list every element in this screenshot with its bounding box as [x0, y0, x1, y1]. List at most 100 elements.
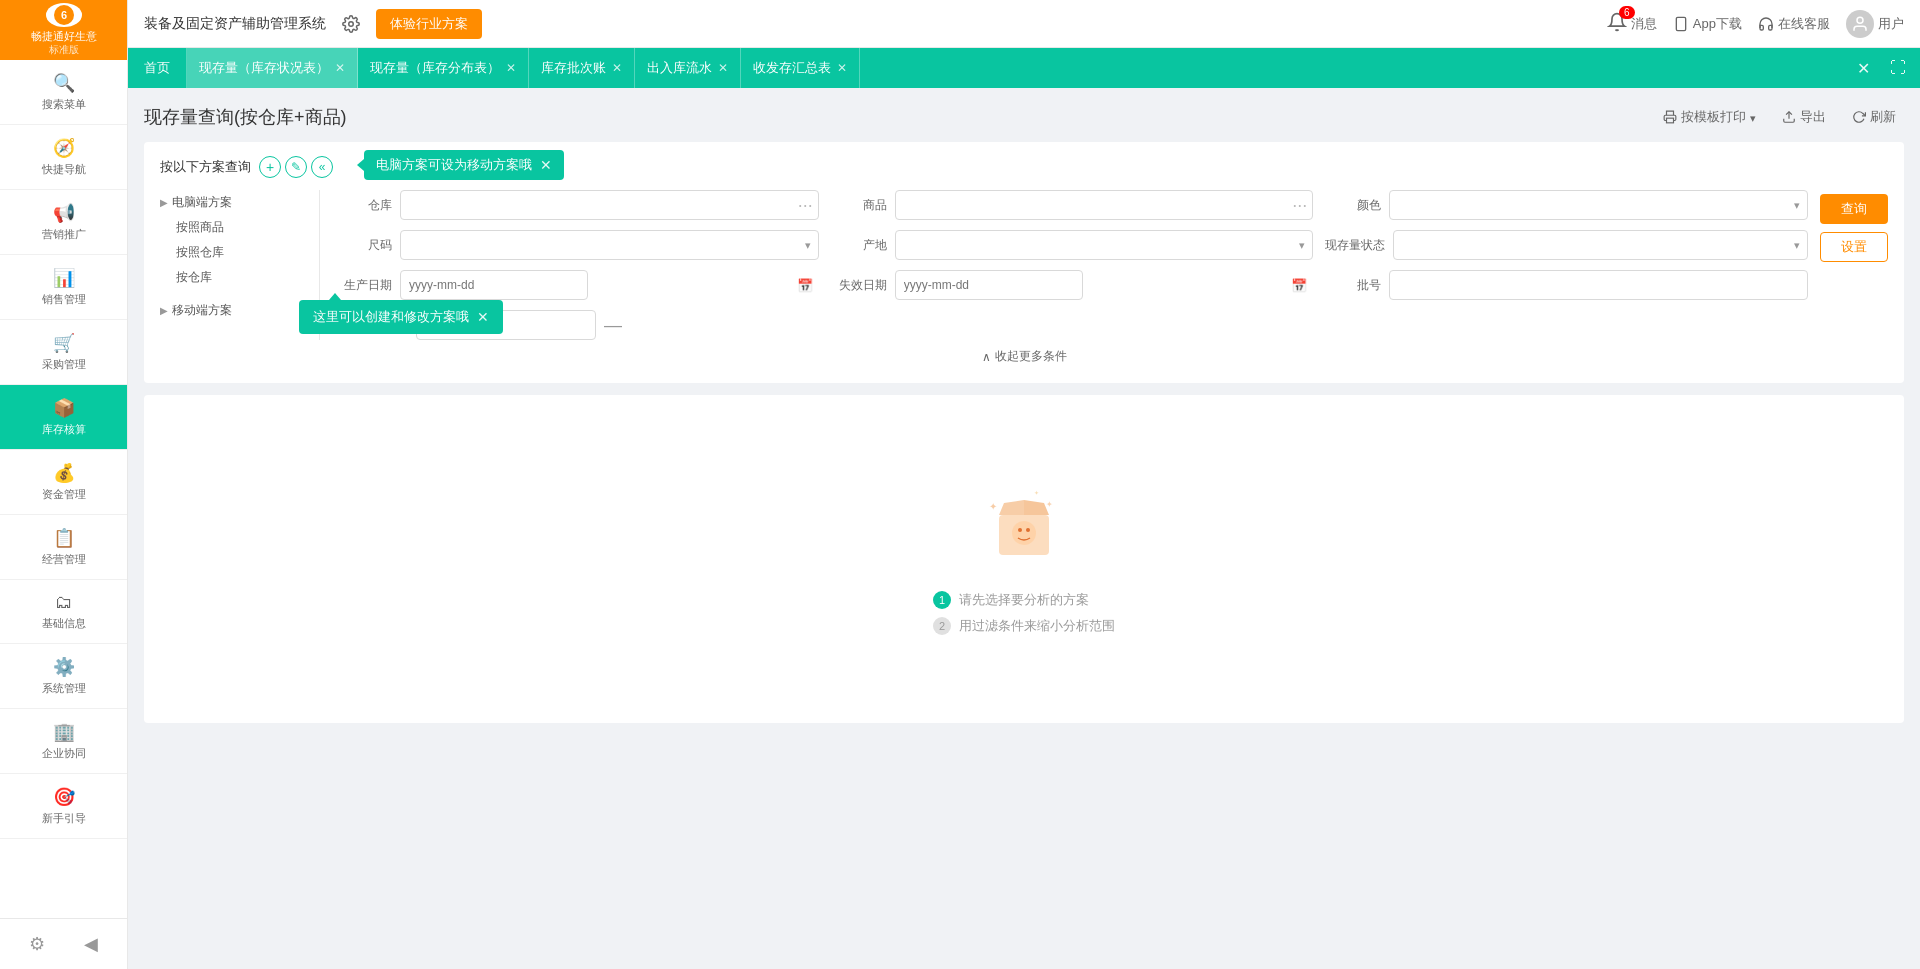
- collapse-row[interactable]: ∧ 收起更多条件: [160, 340, 1888, 369]
- industry-btn[interactable]: 体验行业方案: [376, 9, 482, 39]
- notice-btn[interactable]: 6 消息: [1607, 12, 1657, 35]
- tab-close-1[interactable]: ✕: [506, 62, 516, 74]
- expiry-date-start[interactable]: [895, 270, 1083, 300]
- tab-label-4: 收发存汇总表: [753, 59, 831, 77]
- guide-nav-label: 新手引导: [42, 811, 86, 826]
- filter-panel: 电脑方案可设为移动方案哦 ✕ 这里可以创建和修改方案哦 ✕ 按以下方案查询 + …: [144, 142, 1904, 383]
- origin-field: 产地 ▾: [831, 230, 1314, 260]
- tab-item-2[interactable]: 库存批次账 ✕: [529, 48, 635, 88]
- desktop-scheme-item[interactable]: ▶ 电脑端方案: [160, 190, 307, 215]
- scheme-tooltip-close[interactable]: ✕: [540, 157, 552, 173]
- tab-close-0[interactable]: ✕: [335, 62, 345, 74]
- tab-label-0: 现存量（库存状况表）: [199, 59, 329, 77]
- color-select[interactable]: [1389, 190, 1808, 220]
- sidebar-item-finance[interactable]: 💰 资金管理: [0, 450, 127, 515]
- system-title: 装备及固定资产辅助管理系统: [144, 15, 326, 33]
- export-btn[interactable]: 导出: [1774, 104, 1834, 130]
- sidebar-item-system[interactable]: ⚙️ 系统管理: [0, 644, 127, 709]
- empty-tips: 1 请先选择要分析的方案 2 用过滤条件来缩小分析范围: [933, 591, 1115, 643]
- inventory-status-select-wrap: ▾: [1393, 230, 1808, 260]
- sub-item-3[interactable]: 按仓库: [176, 265, 307, 290]
- origin-select-wrap: ▾: [895, 230, 1314, 260]
- filter-row-1: 仓库 ··· 商品 ···: [336, 190, 1808, 220]
- edit-scheme-btn[interactable]: ✎: [285, 156, 307, 178]
- size-select[interactable]: [400, 230, 819, 260]
- user-label: 用户: [1878, 15, 1904, 33]
- sidebar-item-inventory[interactable]: 📦 库存核算: [0, 385, 127, 450]
- tab-close-4[interactable]: ✕: [837, 62, 847, 74]
- batch-input[interactable]: [1389, 270, 1808, 300]
- sidebar-item-enterprise[interactable]: 🏢 企业协同: [0, 709, 127, 774]
- mobile-scheme-item[interactable]: ▶ 移动端方案: [160, 298, 307, 323]
- sales-nav-icon: 📊: [53, 267, 75, 289]
- sidebar-item-basic-info[interactable]: 🗂 基础信息: [0, 580, 127, 644]
- tab-item-0[interactable]: 现存量（库存状况表） ✕: [187, 48, 358, 88]
- system-settings-btn[interactable]: [336, 9, 366, 39]
- scheme-tooltip: 电脑方案可设为移动方案哦 ✕: [364, 150, 564, 180]
- goods-label: 商品: [831, 197, 887, 214]
- origin-select[interactable]: [895, 230, 1314, 260]
- marketing-nav-label: 营销推广: [42, 227, 86, 242]
- tab-close-all-btn[interactable]: ✕: [1851, 57, 1876, 80]
- tab-item-1[interactable]: 现存量（库存分布表） ✕: [358, 48, 529, 88]
- main-area: 装备及固定资产辅助管理系统 体验行业方案 6 消息: [128, 0, 1920, 969]
- tab-close-3[interactable]: ✕: [718, 62, 728, 74]
- refresh-btn[interactable]: 刷新: [1844, 104, 1904, 130]
- tab-label-1: 现存量（库存分布表）: [370, 59, 500, 77]
- online-service-btn[interactable]: 在线客服: [1758, 15, 1830, 33]
- production-date-start[interactable]: [400, 270, 588, 300]
- print-label: 按模板打印: [1681, 108, 1746, 126]
- sub-item-2[interactable]: 按照仓库: [176, 240, 307, 265]
- sidebar-item-quick-nav[interactable]: 🧭 快捷导航: [0, 125, 127, 190]
- sidebar-collapse-btn[interactable]: ◀: [80, 929, 102, 959]
- goods-input[interactable]: [895, 190, 1314, 220]
- tab-home[interactable]: 首页: [128, 48, 187, 88]
- warehouse-field: 仓库 ···: [336, 190, 819, 220]
- tip-num-1: 1: [933, 591, 951, 609]
- quick-nav-nav-icon: 🧭: [53, 137, 75, 159]
- phone-icon: [1673, 16, 1689, 32]
- logo-icon: 6: [46, 3, 82, 27]
- sidebar-settings-btn[interactable]: ⚙: [25, 929, 49, 959]
- app-download-btn[interactable]: App下载: [1673, 15, 1742, 33]
- filter-row-3: 生产日期 📅 失效日期: [336, 270, 1808, 300]
- empty-tip-1: 1 请先选择要分析的方案: [933, 591, 1115, 609]
- svg-text:✦: ✦: [989, 501, 997, 512]
- batch-input-wrap: [1389, 270, 1808, 300]
- tab-item-3[interactable]: 出入库流水 ✕: [635, 48, 741, 88]
- tab-expand-btn[interactable]: ⛶: [1884, 57, 1912, 79]
- tab-close-2[interactable]: ✕: [612, 62, 622, 74]
- print-btn[interactable]: 按模板打印: [1655, 104, 1764, 130]
- add-scheme-btn[interactable]: +: [259, 156, 281, 178]
- sidebar-item-guide[interactable]: 🎯 新手引导: [0, 774, 127, 839]
- sidebar-item-marketing[interactable]: 📢 营销推广: [0, 190, 127, 255]
- sidebar-item-search-menu[interactable]: 🔍 搜索菜单: [0, 60, 127, 125]
- refresh-icon: [1852, 110, 1866, 124]
- collapse-chevron-icon: ∧: [982, 350, 991, 364]
- query-buttons: 查询 设置: [1808, 190, 1888, 262]
- create-scheme-tooltip: 这里可以创建和修改方案哦 ✕: [299, 300, 503, 334]
- warehouse-input[interactable]: [400, 190, 819, 220]
- reset-btn[interactable]: 设置: [1820, 232, 1888, 262]
- empty-illustration-svg: ✦ ✦ ✦: [974, 475, 1074, 575]
- inventory-nav-icon: 📦: [53, 397, 75, 419]
- inventory-status-select[interactable]: [1393, 230, 1808, 260]
- production-date-field: 生产日期 📅: [336, 270, 819, 300]
- sidebar-item-operations[interactable]: 📋 经营管理: [0, 515, 127, 580]
- query-btn[interactable]: 查询: [1820, 194, 1888, 224]
- user-menu-btn[interactable]: 用户: [1846, 10, 1904, 38]
- finance-nav-label: 资金管理: [42, 487, 86, 502]
- app-logo: 6 畅捷通好生意 标准版: [0, 0, 127, 60]
- marketing-nav-icon: 📢: [53, 202, 75, 224]
- create-tooltip-close[interactable]: ✕: [477, 309, 489, 325]
- back-scheme-btn[interactable]: «: [311, 156, 333, 178]
- tab-item-4[interactable]: 收发存汇总表 ✕: [741, 48, 860, 88]
- desktop-scheme-sub: 按照商品 按照仓库 按仓库: [160, 215, 307, 290]
- size-field: 尺码 ▾: [336, 230, 819, 260]
- svg-point-13: [1026, 528, 1030, 532]
- svg-rect-6: [1667, 118, 1674, 123]
- system-nav-icon: ⚙️: [53, 656, 75, 678]
- sidebar-item-purchase[interactable]: 🛒 采购管理: [0, 320, 127, 385]
- sidebar-item-sales[interactable]: 📊 销售管理: [0, 255, 127, 320]
- sub-item-1[interactable]: 按照商品: [176, 215, 307, 240]
